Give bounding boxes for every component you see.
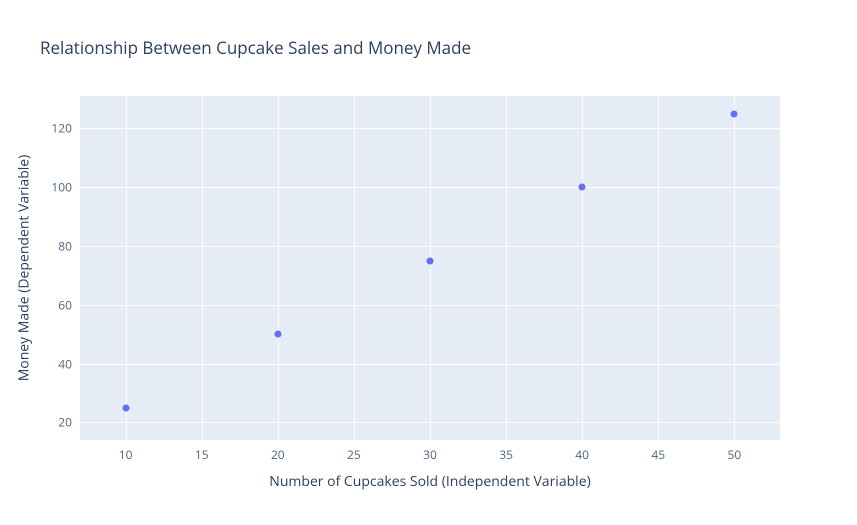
data-point xyxy=(274,331,281,338)
y-tick: 60 xyxy=(58,296,72,313)
data-point xyxy=(579,184,586,191)
gridline-v xyxy=(506,96,507,440)
gridline-v xyxy=(354,96,355,440)
gridline-h xyxy=(80,364,780,365)
gridline-v xyxy=(658,96,659,440)
x-tick: 25 xyxy=(347,446,361,463)
x-tick: 15 xyxy=(195,446,209,463)
gridline-h xyxy=(80,246,780,247)
x-tick: 40 xyxy=(575,446,589,463)
x-tick: 10 xyxy=(119,446,133,463)
data-point xyxy=(427,257,434,264)
plot-area xyxy=(80,96,780,440)
y-tick: 120 xyxy=(51,120,72,137)
gridline-v xyxy=(202,96,203,440)
gridline-h xyxy=(80,128,780,129)
gridline-v xyxy=(430,96,431,440)
x-tick: 30 xyxy=(423,446,437,463)
data-point xyxy=(122,404,129,411)
gridline-v xyxy=(734,96,735,440)
chart-title: Relationship Between Cupcake Sales and M… xyxy=(40,36,471,59)
y-tick: 100 xyxy=(51,179,72,196)
gridline-v xyxy=(582,96,583,440)
y-tick: 80 xyxy=(58,237,72,254)
x-tick: 45 xyxy=(651,446,665,463)
gridline-h xyxy=(80,187,780,188)
x-tick: 20 xyxy=(271,446,285,463)
x-tick: 35 xyxy=(499,446,513,463)
y-tick: 40 xyxy=(58,355,72,372)
gridline-v xyxy=(126,96,127,440)
gridline-v xyxy=(278,96,279,440)
data-point xyxy=(731,110,738,117)
y-tick: 20 xyxy=(58,414,72,431)
y-axis-label: Money Made (Dependent Variable) xyxy=(15,155,34,382)
gridline-h xyxy=(80,305,780,306)
x-axis-label: Number of Cupcakes Sold (Independent Var… xyxy=(269,472,590,491)
x-tick: 50 xyxy=(727,446,741,463)
gridline-h xyxy=(80,422,780,423)
